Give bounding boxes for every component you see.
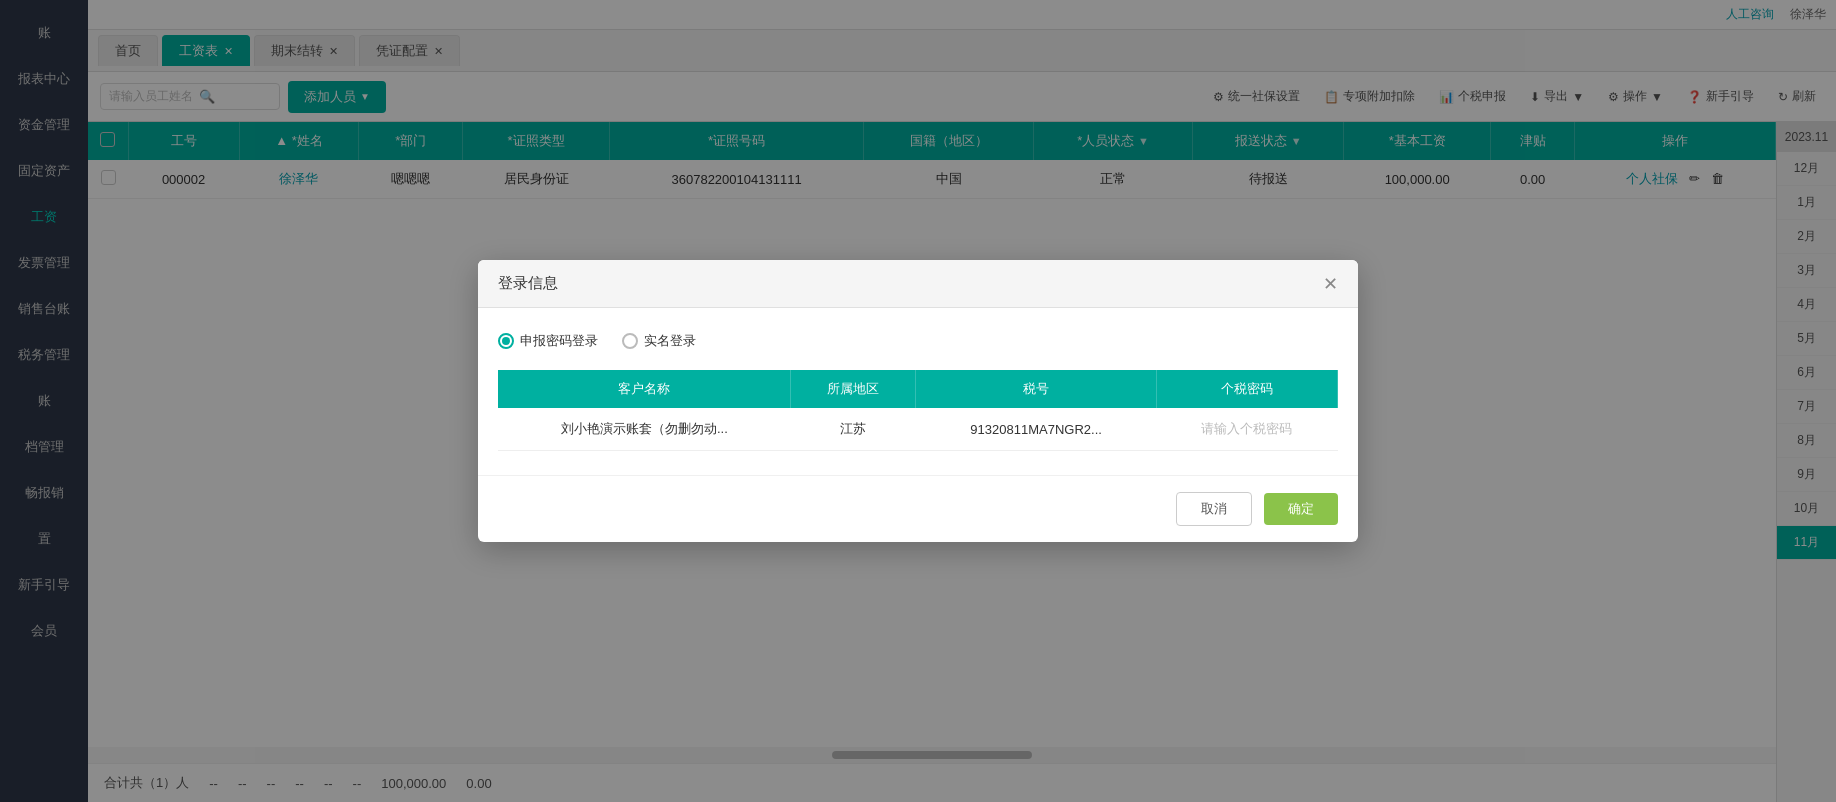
login-info-row: 刘小艳演示账套（勿删勿动... 江苏 91320811MA7NGR2... 请输… [498, 408, 1338, 451]
radio-label-申报密码登录: 申报密码登录 [520, 332, 598, 350]
radio-circle-申报密码登录 [498, 333, 514, 349]
cell-个税密码[interactable]: 请输入个税密码 [1156, 408, 1337, 451]
radio-实名登录[interactable]: 实名登录 [622, 332, 696, 350]
radio-label-实名登录: 实名登录 [644, 332, 696, 350]
inner-col-所属地区: 所属地区 [791, 370, 916, 408]
cell-税号: 91320811MA7NGR2... [916, 408, 1157, 451]
inner-col-个税密码: 个税密码 [1156, 370, 1337, 408]
modal-header: 登录信息 ✕ [478, 260, 1358, 308]
inner-col-税号: 税号 [916, 370, 1157, 408]
modal-close-button[interactable]: ✕ [1323, 275, 1338, 293]
login-info-table: 客户名称 所属地区 税号 个税密码 刘小艳演示账套（勿删勿动... 江苏 913… [498, 370, 1338, 451]
inner-col-客户名称: 客户名称 [498, 370, 791, 408]
confirm-button[interactable]: 确定 [1264, 493, 1338, 525]
modal-body: 申报密码登录 实名登录 客户名称 所属地区 税号 个税密码 [478, 308, 1358, 475]
radio-circle-实名登录 [622, 333, 638, 349]
modal-overlay: 登录信息 ✕ 申报密码登录 实名登录 客户名称 [0, 0, 1836, 802]
login-type-radio-group: 申报密码登录 实名登录 [498, 332, 1338, 350]
cancel-button[interactable]: 取消 [1176, 492, 1252, 526]
password-placeholder: 请输入个税密码 [1201, 421, 1292, 436]
cell-所属地区: 江苏 [791, 408, 916, 451]
login-info-modal: 登录信息 ✕ 申报密码登录 实名登录 客户名称 [478, 260, 1358, 542]
radio-申报密码登录[interactable]: 申报密码登录 [498, 332, 598, 350]
modal-footer: 取消 确定 [478, 475, 1358, 542]
modal-title: 登录信息 [498, 274, 558, 293]
cell-客户名称: 刘小艳演示账套（勿删勿动... [498, 408, 791, 451]
